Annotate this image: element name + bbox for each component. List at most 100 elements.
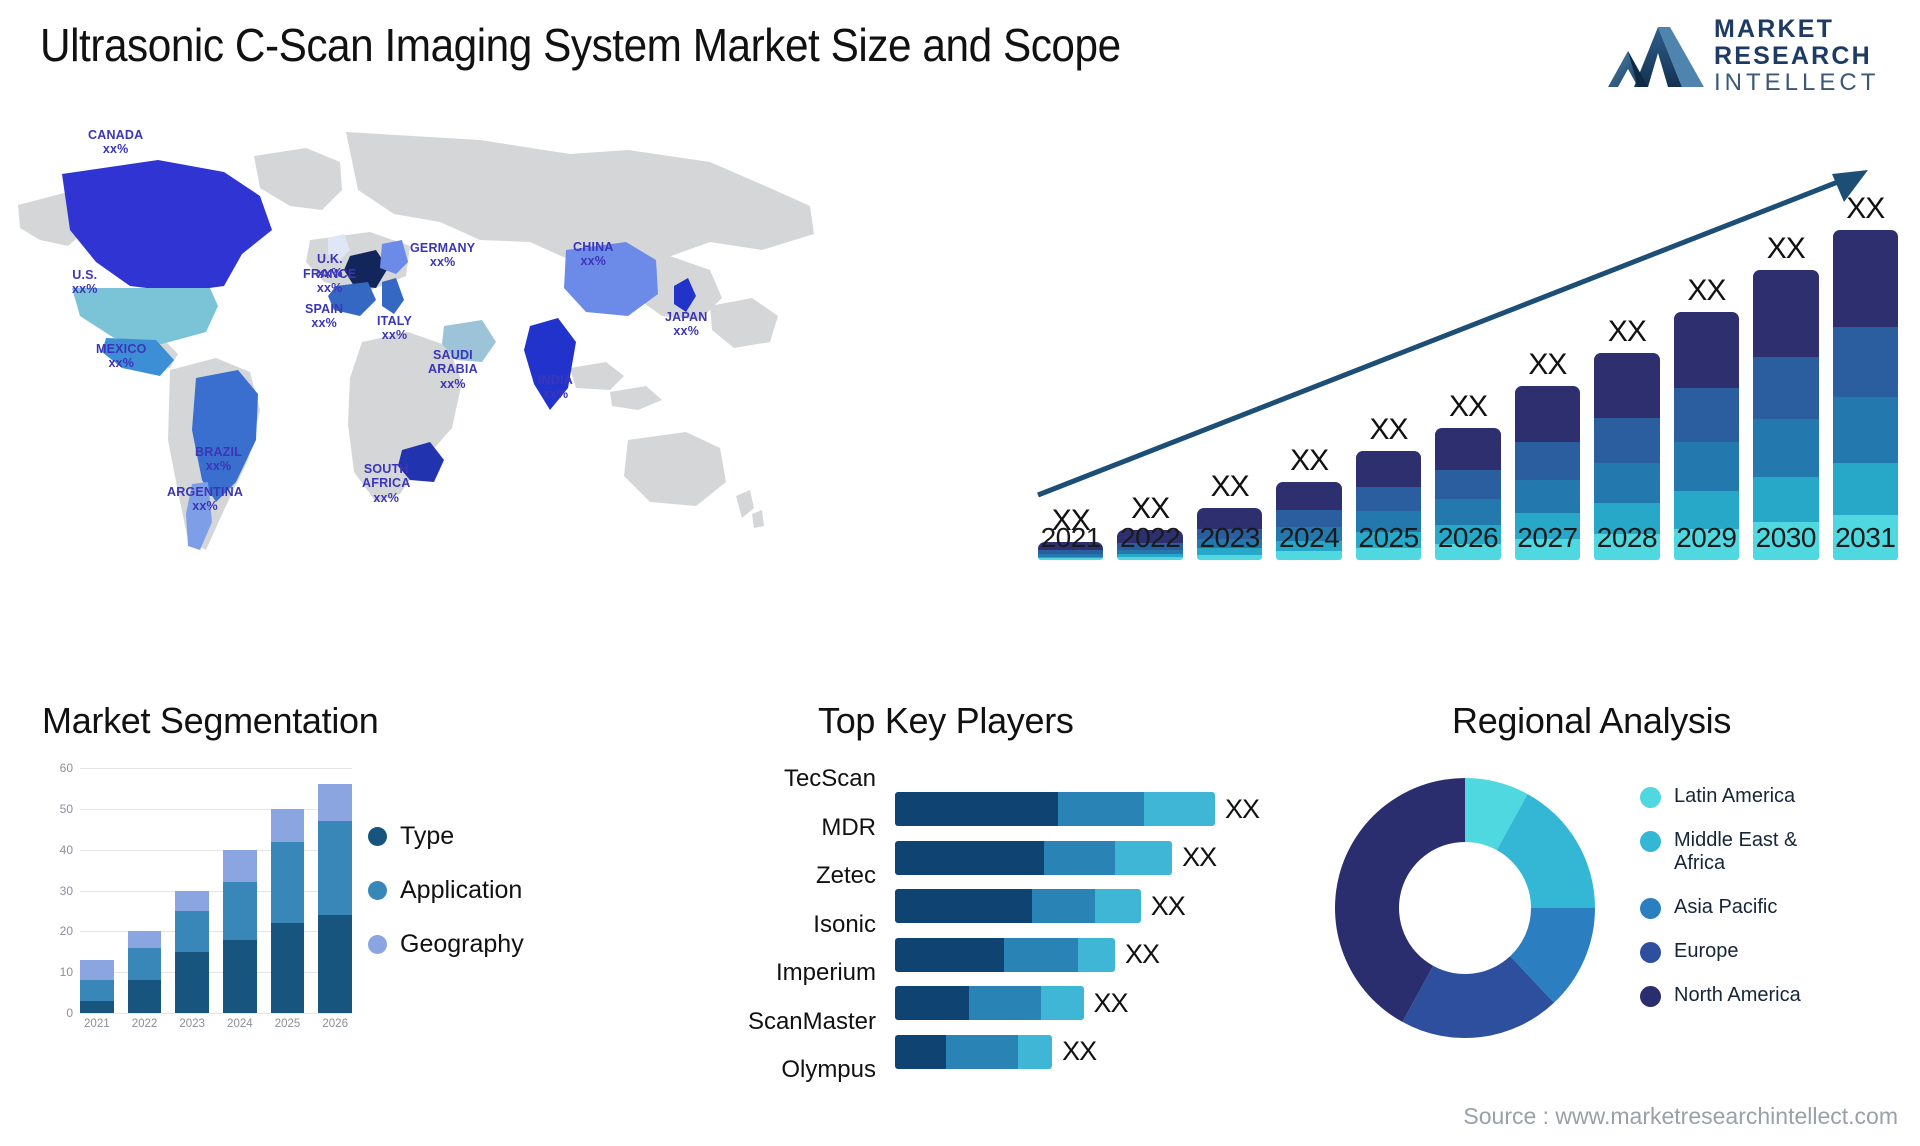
segmentation-gridline: 0 xyxy=(66,1006,352,1020)
map-label-canada: CANADA xx% xyxy=(88,128,144,157)
player-bar xyxy=(895,986,1084,1021)
segmentation-bar-segment xyxy=(223,882,257,940)
logo-line-1: MARKET xyxy=(1714,15,1835,44)
forecast-bar-column: XX xyxy=(1514,190,1581,560)
segmentation-plot: 0 10 20 30 40 50 60 xyxy=(60,761,353,1020)
page-title: Ultrasonic C-Scan Imaging System Market … xyxy=(40,19,1121,71)
segmentation-y-tick: 20 xyxy=(59,924,73,939)
map-label-argentina: ARGENTINA xx% xyxy=(167,485,244,514)
segmentation-title: Market Segmentation xyxy=(42,700,379,741)
player-bar-row: XX xyxy=(895,882,1305,931)
player-bar-segment xyxy=(895,792,1058,827)
player-bar-segment xyxy=(1017,1034,1053,1069)
legend-dot-icon xyxy=(1640,986,1661,1007)
logo-wordmark: MARKET RESEARCH INTELLECT xyxy=(1714,16,1879,96)
player-value-label: XX xyxy=(1062,1036,1097,1067)
segmentation-legend-label: Geography xyxy=(400,930,524,958)
forecast-bar-value-label: XX xyxy=(1448,390,1488,423)
forecast-bar-segment xyxy=(1753,419,1819,477)
forecast-bar-segment xyxy=(1196,554,1263,560)
forecast-bar-segment xyxy=(1753,356,1819,420)
forecast-bar-segment xyxy=(1832,327,1898,397)
legend-dot-icon xyxy=(368,935,387,954)
player-name: Isonic xyxy=(813,910,876,938)
player-name: MDR xyxy=(821,813,876,841)
forecast-bar-column: XX xyxy=(1355,190,1422,560)
player-bar-row: XX xyxy=(895,979,1305,1028)
map-label-japan: JAPAN xx% xyxy=(665,310,708,339)
legend-dot-icon xyxy=(1640,942,1661,963)
regional-legend-item: Middle East & Africa xyxy=(1640,829,1819,875)
segmentation-x-tick: 2022 xyxy=(131,1018,158,1030)
player-bar xyxy=(895,1034,1053,1069)
regional-legend-item: North America xyxy=(1640,984,1819,1007)
player-bar-row: XX xyxy=(895,834,1305,883)
forecast-year-label: 2023 xyxy=(1199,522,1260,553)
forecast-bar-segment xyxy=(1832,230,1898,328)
forecast-bar-column: XX xyxy=(1196,190,1263,560)
player-name: ScanMaster xyxy=(747,1007,876,1035)
forecast-year-label: 2026 xyxy=(1437,522,1499,553)
source-text: Source : www.marketresearchintellect.com xyxy=(1463,1103,1898,1129)
forecast-bar-segment xyxy=(1355,450,1422,488)
segmentation-bar xyxy=(318,784,353,1013)
segmentation-bar-segment xyxy=(318,784,353,822)
segmentation-bar xyxy=(127,931,162,1013)
segmentation-bar xyxy=(270,808,305,1013)
map-label-china: CHINA xx% xyxy=(573,240,614,269)
forecast-bar-column: XX xyxy=(1038,190,1104,560)
legend-dot-icon xyxy=(1640,787,1661,808)
segmentation-bar-segment xyxy=(80,1000,114,1013)
logo-line-3: INTELLECT xyxy=(1714,69,1880,97)
player-bar-row: XX xyxy=(895,931,1305,980)
segmentation-bar-segment xyxy=(127,980,162,1013)
segmentation-bar-segment xyxy=(175,951,210,1013)
regional-legend-item: Asia Pacific xyxy=(1640,896,1819,919)
player-name: TecScan xyxy=(783,765,876,793)
map-label-south-africa: SOUTH AFRICA xx% xyxy=(362,462,411,505)
player-bar-segment xyxy=(895,840,1044,875)
segmentation-bar xyxy=(175,890,210,1013)
forecast-bar-segment xyxy=(1038,558,1104,560)
player-value-label: XX xyxy=(1224,793,1260,824)
map-label-germany: GERMANY xx% xyxy=(410,241,476,270)
forecast-bar-segment xyxy=(1832,462,1898,515)
forecast-bar-segment xyxy=(1673,311,1740,389)
market-segmentation-chart: 0 10 20 30 40 50 60 2021 2022 2023 2024 2025 2026 xyxy=(42,760,362,1050)
forecast-bar-segment xyxy=(1753,476,1819,522)
segmentation-bar-segment xyxy=(270,808,305,842)
forecast-bar-value-label: XX xyxy=(1766,231,1806,265)
player-bar-segment xyxy=(1040,986,1084,1021)
regional-legend-label: Europe xyxy=(1674,940,1739,962)
forecast-year-label: 2029 xyxy=(1676,522,1737,553)
segmentation-y-tick: 40 xyxy=(59,842,73,857)
map-label-spain: SPAIN xx% xyxy=(305,302,344,331)
regional-legend-item: Latin America xyxy=(1640,785,1819,808)
player-name-list: TecScan MDR Zetec Isonic Imperium ScanMaster O… xyxy=(650,755,890,1095)
player-bar-segment xyxy=(895,937,1004,972)
regional-legend-label: Asia Pacific xyxy=(1674,896,1778,918)
forecast-bar-segment xyxy=(1276,481,1342,510)
legend-dot-icon xyxy=(368,881,387,900)
top-key-players-chart: TecScan MDR Zetec Isonic Imperium ScanMaster O… xyxy=(650,755,1310,1083)
player-bar-segment xyxy=(1003,937,1078,972)
segmentation-bar-segment xyxy=(270,841,305,924)
segmentation-legend: Type Application Geography xyxy=(368,822,524,984)
player-bar-segment xyxy=(895,1034,947,1069)
player-bar xyxy=(895,889,1141,924)
segmentation-bar-segment xyxy=(80,959,114,981)
regional-donut xyxy=(1335,778,1595,1038)
regional-title: Regional Analysis xyxy=(1452,700,1732,741)
regional-legend-item: Europe xyxy=(1640,940,1819,963)
player-bar-segment xyxy=(895,986,970,1021)
segmentation-legend-label: Type xyxy=(400,822,455,850)
player-bar-row: XX xyxy=(895,785,1305,834)
segmentation-bars xyxy=(80,768,353,1013)
player-bar xyxy=(895,792,1215,827)
world-map-svg xyxy=(18,132,814,550)
segmentation-bar xyxy=(223,849,257,1013)
regional-legend-label: Latin America xyxy=(1674,785,1796,807)
segmentation-bar-segment xyxy=(318,915,353,1013)
map-label-mexico: MEXICO xx% xyxy=(96,342,147,371)
forecast-bar-value-label: XX xyxy=(1687,273,1726,307)
